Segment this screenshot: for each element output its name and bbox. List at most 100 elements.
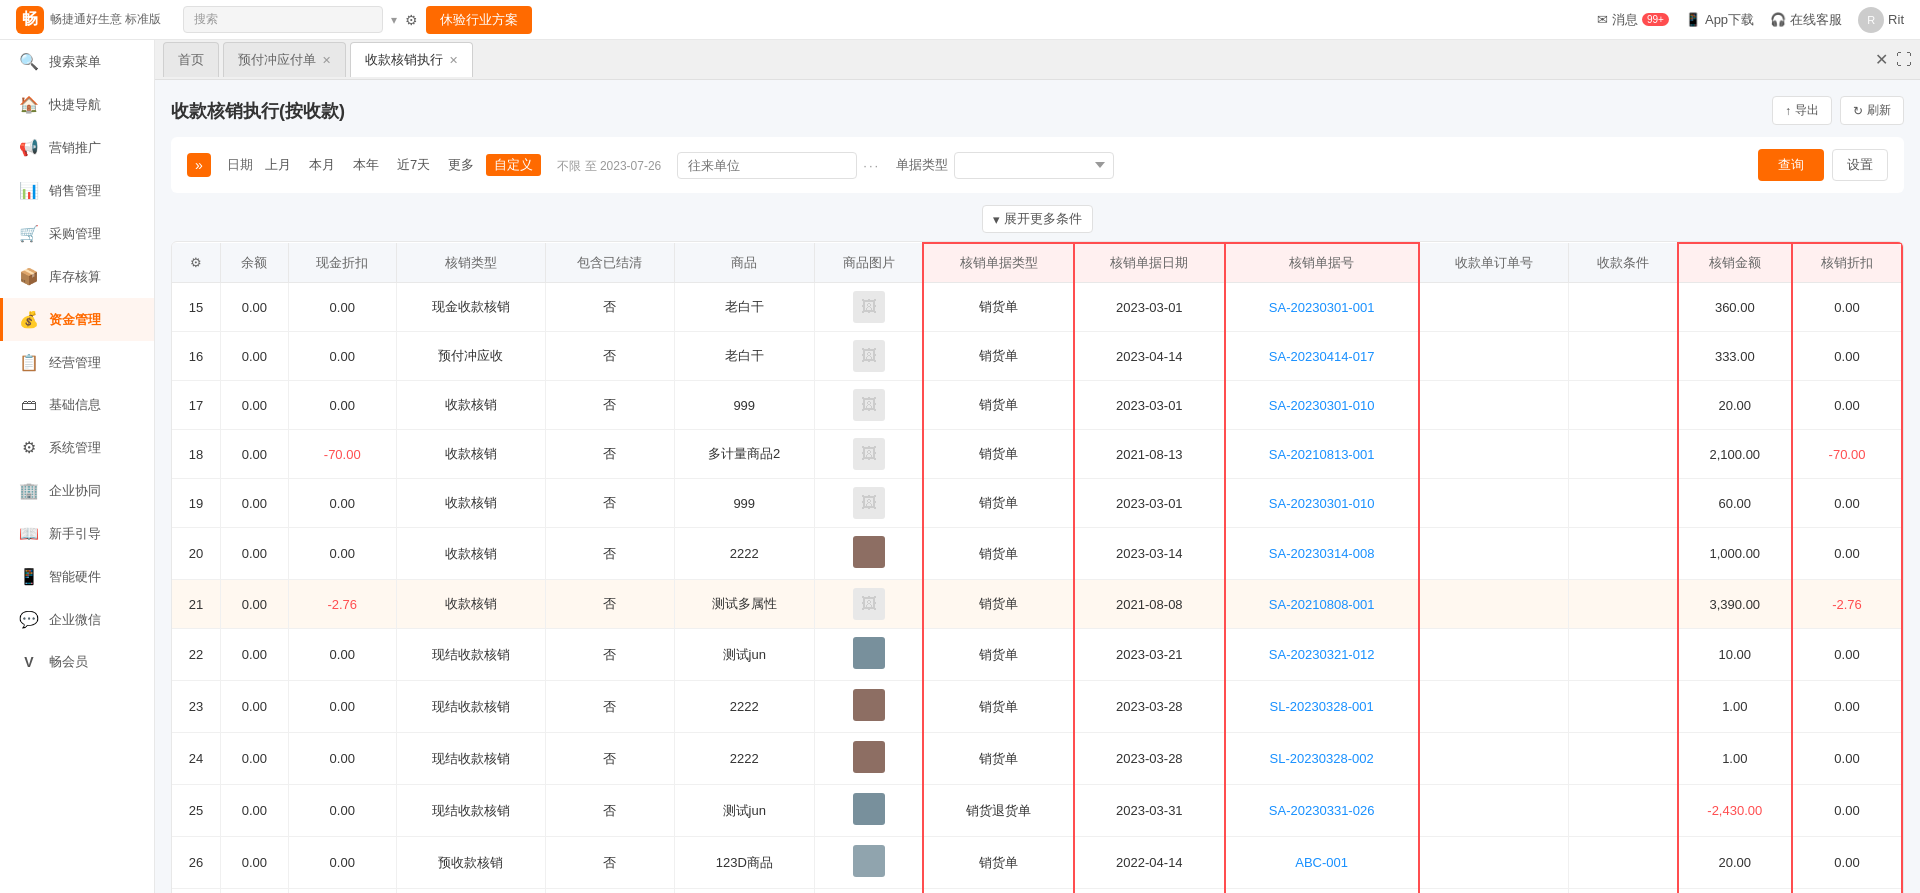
date-btn-last-month[interactable]: 上月 <box>259 154 297 176</box>
cell-product-img: 🖼 <box>814 283 923 332</box>
sidebar-item-quicknav[interactable]: 🏠 快捷导航 <box>0 83 154 126</box>
cell-cash-discount: 0.00 <box>288 381 396 430</box>
sidebar-item-inventory[interactable]: 📦 库存核算 <box>0 255 154 298</box>
cell-verify-doc-no[interactable]: SA-20210808-001 <box>1225 580 1419 629</box>
cell-verify-doc-no[interactable]: ABC-001 <box>1225 837 1419 889</box>
tab-prepay-close[interactable]: ✕ <box>322 54 331 67</box>
query-button[interactable]: 查询 <box>1758 149 1824 181</box>
date-btn-7days[interactable]: 近7天 <box>391 154 436 176</box>
page-title-bar: 收款核销执行(按收款) ↑ 导出 ↻ 刷新 <box>171 96 1904 125</box>
doc-no-link[interactable]: SA-20230414-017 <box>1269 349 1375 364</box>
messages-item[interactable]: ✉ 消息 99+ <box>1597 11 1669 29</box>
expand-conditions-button[interactable]: ▾ 展开更多条件 <box>982 205 1093 233</box>
cell-verify-doc-no[interactable]: SA-20230301-010 <box>1225 479 1419 528</box>
tab-receipts[interactable]: 收款核销执行 ✕ <box>350 42 473 77</box>
doc-no-link[interactable]: SA-20230301-010 <box>1269 496 1375 511</box>
filter-toggle-button[interactable]: » <box>187 153 211 177</box>
cell-product: 2222 <box>674 681 814 733</box>
th-verify-doc-date: 核销单据日期 <box>1074 243 1225 283</box>
sidebar-label-search: 搜索菜单 <box>49 53 101 71</box>
dropdown-icon[interactable]: ▾ <box>391 13 397 27</box>
doc-no-link[interactable]: SA-20230331-026 <box>1269 803 1375 818</box>
doc-no-link[interactable]: SA-20210813-001 <box>1269 447 1375 462</box>
cell-verify-type: 收款核销 <box>396 430 545 479</box>
user-item[interactable]: R Rit <box>1858 7 1904 33</box>
logo-text: 畅捷通好生意 标准版 <box>50 12 161 26</box>
doc-no-link[interactable]: ABC-001 <box>1295 855 1348 870</box>
app-download-item[interactable]: 📱 App下载 <box>1685 11 1754 29</box>
sidebar-item-guide[interactable]: 📖 新手引导 <box>0 512 154 555</box>
sidebar-label-member: 畅会员 <box>49 653 88 671</box>
sidebar-item-marketing[interactable]: 📢 营销推广 <box>0 126 154 169</box>
tab-receipts-close[interactable]: ✕ <box>449 54 458 67</box>
top-search-bar[interactable]: 搜索 <box>183 6 383 33</box>
cell-verify-discount: 0.00 <box>1792 479 1902 528</box>
cell-seq: 26 <box>172 837 221 889</box>
cell-included: 否 <box>546 785 675 837</box>
cell-receipt-order-no <box>1419 381 1569 430</box>
cell-verify-doc-date: 2023-03-01 <box>1074 479 1225 528</box>
cell-verify-discount: -2.76 <box>1792 580 1902 629</box>
table-row: 27 0.00 0.00 现结收款核销 否 衣服00001 🖼 销货单 2023… <box>172 889 1902 894</box>
sidebar-item-purchase[interactable]: 🛒 采购管理 <box>0 212 154 255</box>
doc-no-link[interactable]: SA-20230301-010 <box>1269 398 1375 413</box>
export-button[interactable]: ↑ 导出 <box>1772 96 1832 125</box>
date-btn-custom[interactable]: 自定义 <box>486 154 541 176</box>
cell-cash-discount: 0.00 <box>288 629 396 681</box>
sidebar-item-hardware[interactable]: 📱 智能硬件 <box>0 555 154 598</box>
cell-verify-doc-no[interactable]: SA-20230331-026 <box>1225 785 1419 837</box>
expand-icon[interactable]: ⛶ <box>1896 51 1912 69</box>
doc-no-link[interactable]: SL-20230328-001 <box>1270 699 1374 714</box>
sidebar-item-basic[interactable]: 🗃 基础信息 <box>0 384 154 426</box>
cell-verify-doc-no[interactable]: SL-20230408-001 <box>1225 889 1419 894</box>
doc-no-link[interactable]: SL-20230328-002 <box>1270 751 1374 766</box>
cell-verify-doc-no[interactable]: SA-20210813-001 <box>1225 430 1419 479</box>
doc-no-link[interactable]: SA-20230321-012 <box>1269 647 1375 662</box>
settings-icon[interactable]: ⚙ <box>405 12 418 28</box>
partner-input[interactable] <box>677 152 857 179</box>
cell-verify-doc-no[interactable]: SA-20230314-008 <box>1225 528 1419 580</box>
industry-solution-button[interactable]: 休验行业方案 <box>426 6 532 34</box>
cell-verify-doc-no[interactable]: SA-20230301-010 <box>1225 381 1419 430</box>
doctype-select[interactable] <box>954 152 1114 179</box>
cell-verify-doc-no[interactable]: SA-20230301-001 <box>1225 283 1419 332</box>
tab-prepay[interactable]: 预付冲应付单 ✕ <box>223 42 346 77</box>
partner-dots[interactable]: ··· <box>863 158 880 173</box>
sidebar-item-sales[interactable]: 📊 销售管理 <box>0 169 154 212</box>
tab-home[interactable]: 首页 <box>163 42 219 77</box>
sidebar-item-member[interactable]: V 畅会员 <box>0 641 154 683</box>
filter-settings-button[interactable]: 设置 <box>1832 149 1888 181</box>
cell-product-img: 🖼 <box>814 381 923 430</box>
doctype-label: 单据类型 <box>896 156 948 174</box>
sidebar-item-system[interactable]: ⚙ 系统管理 <box>0 426 154 469</box>
cell-verify-discount: 0.00 <box>1792 785 1902 837</box>
cell-included: 否 <box>546 332 675 381</box>
online-service-item[interactable]: 🎧 在线客服 <box>1770 11 1842 29</box>
sidebar-item-operations[interactable]: 📋 经营管理 <box>0 341 154 384</box>
doc-no-link[interactable]: SA-20230314-008 <box>1269 546 1375 561</box>
date-btn-this-month[interactable]: 本月 <box>303 154 341 176</box>
online-service-label: 在线客服 <box>1790 11 1842 29</box>
cell-verify-doc-no[interactable]: SA-20230414-017 <box>1225 332 1419 381</box>
cell-verify-doc-no[interactable]: SL-20230328-001 <box>1225 681 1419 733</box>
sidebar-item-wechat[interactable]: 💬 企业微信 <box>0 598 154 641</box>
cell-verify-doc-type: 销货单 <box>923 580 1074 629</box>
doc-no-link[interactable]: SA-20230301-001 <box>1269 300 1375 315</box>
th-seq[interactable]: ⚙ <box>172 243 221 283</box>
sidebar-item-finance[interactable]: 💰 资金管理 <box>0 298 154 341</box>
cell-verify-doc-no[interactable]: SA-20230321-012 <box>1225 629 1419 681</box>
cell-verify-doc-date: 2023-03-31 <box>1074 785 1225 837</box>
cell-product-img <box>814 785 923 837</box>
close-icon[interactable]: ✕ <box>1875 50 1888 69</box>
sidebar-item-search[interactable]: 🔍 搜索菜单 <box>0 40 154 83</box>
doc-no-link[interactable]: SA-20210808-001 <box>1269 597 1375 612</box>
refresh-button[interactable]: ↻ 刷新 <box>1840 96 1904 125</box>
cell-verify-type: 现结收款核销 <box>396 733 545 785</box>
cell-verify-type: 现结收款核销 <box>396 629 545 681</box>
date-btn-more[interactable]: 更多 <box>442 154 480 176</box>
date-btn-this-year[interactable]: 本年 <box>347 154 385 176</box>
cell-verify-doc-no[interactable]: SL-20230328-002 <box>1225 733 1419 785</box>
cell-balance: 0.00 <box>221 580 288 629</box>
table-wrapper: ⚙ 余额 现金折扣 核销类型 包含已结清 商品 商品图片 核销单据类型 核销单据… <box>172 242 1903 893</box>
sidebar-item-corp[interactable]: 🏢 企业协同 <box>0 469 154 512</box>
